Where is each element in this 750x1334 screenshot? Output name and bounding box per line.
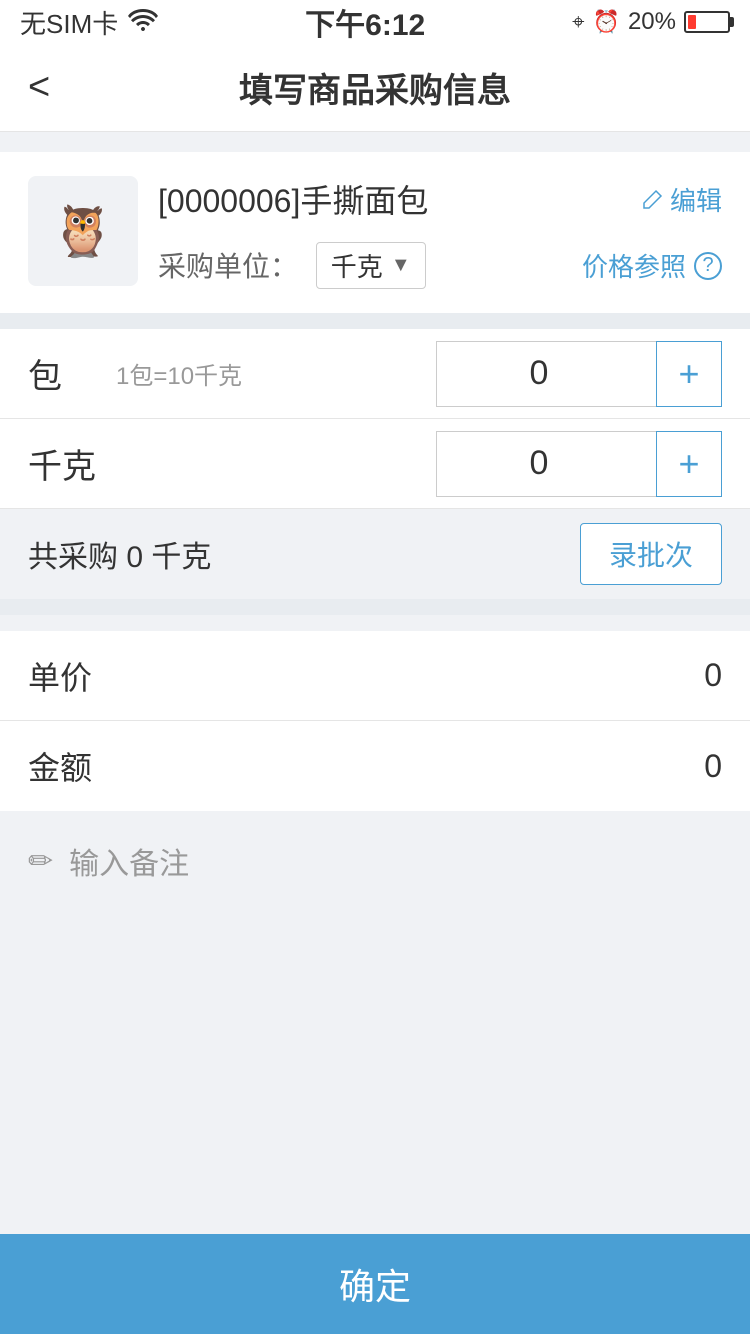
product-owl-icon: 🦉 xyxy=(52,206,114,256)
status-right: ⌖ ⏰ 20% xyxy=(572,8,730,36)
purchase-unit-row: 采购单位： 千克 ▼ 价格参照 ? xyxy=(158,242,722,289)
notes-section[interactable]: ✏ 输入备注 xyxy=(0,811,750,911)
purchase-unit-left: 采购单位： 千克 ▼ xyxy=(158,242,426,289)
price-row-unit: 单价 0 xyxy=(0,631,750,721)
product-thumbnail: 🦉 xyxy=(28,176,138,286)
quantity-label-bao: 包 xyxy=(28,349,108,398)
product-name-row: [0000006]手撕面包 编辑 xyxy=(158,176,722,222)
purchase-unit-label: 采购单位： xyxy=(158,251,298,282)
summary-row: 共采购 0 千克 录批次 xyxy=(0,509,750,599)
product-card: 🦉 [0000006]手撕面包 编辑 采购单位： 千克 ▼ xyxy=(0,152,750,313)
quantity-section: 包 1包=10千克 + 千克 + 共采购 0 千克 录批次 xyxy=(0,329,750,599)
quantity-input-kg[interactable] xyxy=(436,431,656,497)
price-row-amount: 金额 0 xyxy=(0,721,750,811)
battery-icon xyxy=(684,11,730,33)
quantity-row-bao: 包 1包=10千克 + xyxy=(0,329,750,419)
quantity-label-kg: 千克 xyxy=(28,439,108,488)
battery-percent: 20% xyxy=(628,8,676,36)
unit-price-label: 单价 xyxy=(28,653,92,699)
amount-label: 金额 xyxy=(28,743,92,789)
status-left: 无SIM卡 xyxy=(20,4,158,41)
separator-2 xyxy=(0,599,750,615)
nav-title: 填写商品采购信息 xyxy=(239,63,511,112)
confirm-button[interactable]: 确定 xyxy=(0,1234,750,1334)
price-ref-button[interactable]: 价格参照 ? xyxy=(582,247,722,284)
product-name: [0000006]手撕面包 xyxy=(158,176,428,222)
amount-value: 0 xyxy=(704,748,722,785)
unit-price-value: 0 xyxy=(704,657,722,694)
price-section: 单价 0 金额 0 xyxy=(0,631,750,811)
quantity-plus-kg[interactable]: + xyxy=(656,431,722,497)
nav-bar: < 填写商品采购信息 xyxy=(0,44,750,132)
product-info: [0000006]手撕面包 编辑 采购单位： 千克 ▼ 价格 xyxy=(158,176,722,289)
quantity-sublabel-bao: 1包=10千克 xyxy=(116,356,242,391)
quantity-input-group-kg: + xyxy=(436,431,722,497)
carrier-text: 无SIM卡 xyxy=(20,4,118,41)
spacer xyxy=(0,911,750,1111)
location-icon: ⌖ xyxy=(572,9,584,35)
pencil-icon: ✏ xyxy=(28,844,53,879)
edit-button[interactable]: 编辑 xyxy=(642,181,722,218)
wifi-icon xyxy=(128,7,158,38)
unit-select[interactable]: 千克 ▼ xyxy=(316,242,426,289)
confirm-button-label: 确定 xyxy=(339,1258,411,1310)
alarm-icon: ⏰ xyxy=(593,9,620,35)
status-time: 下午6:12 xyxy=(305,0,425,44)
batch-button[interactable]: 录批次 xyxy=(580,523,722,585)
help-icon: ? xyxy=(694,252,722,280)
back-button[interactable]: < xyxy=(28,66,50,109)
dropdown-arrow-icon: ▼ xyxy=(391,254,411,277)
notes-placeholder: 输入备注 xyxy=(69,839,189,883)
summary-text: 共采购 0 千克 xyxy=(28,532,211,576)
quantity-plus-bao[interactable]: + xyxy=(656,341,722,407)
separator-1 xyxy=(0,313,750,329)
quantity-input-group-bao: + xyxy=(436,341,722,407)
quantity-row-kg: 千克 + xyxy=(0,419,750,509)
quantity-input-bao[interactable] xyxy=(436,341,656,407)
status-bar: 无SIM卡 下午6:12 ⌖ ⏰ 20% xyxy=(0,0,750,44)
